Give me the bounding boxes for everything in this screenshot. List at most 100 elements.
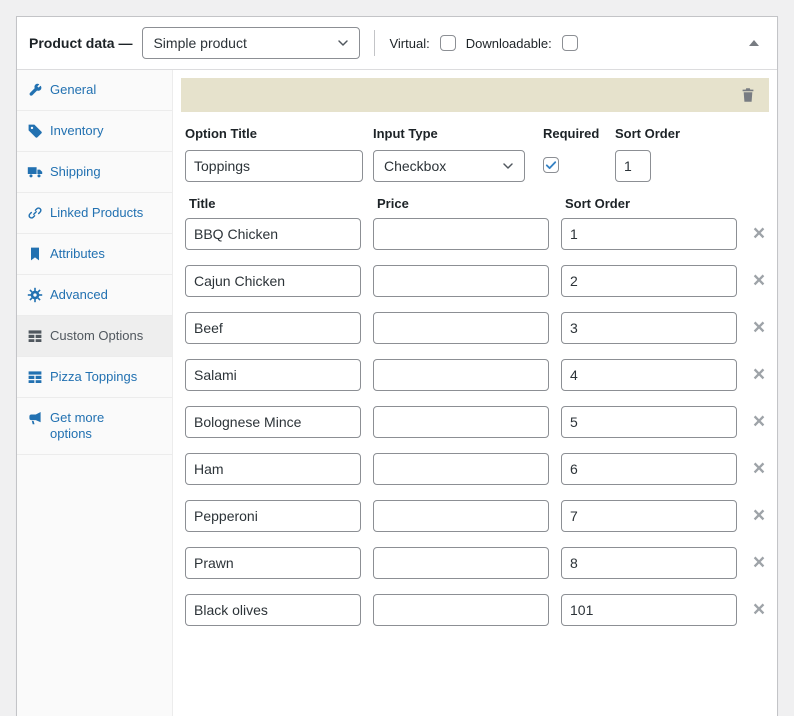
input-type-label: Input Type xyxy=(373,126,438,141)
item-price-input[interactable] xyxy=(373,218,549,250)
delete-option-button[interactable] xyxy=(737,84,759,106)
item-sort-input[interactable] xyxy=(561,265,737,297)
item-sort-input[interactable] xyxy=(561,406,737,438)
sidebar-item-label: Get more options xyxy=(50,410,105,441)
option-fields: Option Title Input Type Required Sort Or… xyxy=(185,126,765,182)
chevron-down-icon xyxy=(335,35,351,51)
option-item-row: × xyxy=(185,406,765,438)
virtual-checkbox[interactable] xyxy=(439,35,456,51)
option-title-label: Option Title xyxy=(185,126,257,141)
gear-icon xyxy=(27,287,43,303)
table-icon xyxy=(27,328,43,344)
option-item-row: × xyxy=(185,218,765,250)
table-icon xyxy=(27,369,43,385)
option-item-row: × xyxy=(185,312,765,344)
required-checkbox[interactable] xyxy=(543,157,559,173)
truck-icon xyxy=(27,164,43,180)
link-icon xyxy=(27,205,43,221)
item-sort-input[interactable] xyxy=(561,453,737,485)
sidebar-item-attributes[interactable]: Attributes xyxy=(17,234,172,275)
option-sort-order-input[interactable] xyxy=(615,150,651,182)
remove-item-button[interactable]: × xyxy=(749,406,769,438)
item-title-input[interactable] xyxy=(185,406,361,438)
product-data-metabox: Product data — Simple product Virtual: D… xyxy=(16,16,778,716)
sidebar-item-label: Shipping xyxy=(50,164,101,179)
items-title-header: Title xyxy=(189,196,216,211)
item-price-input[interactable] xyxy=(373,359,549,391)
item-price-input[interactable] xyxy=(373,547,549,579)
downloadable-checkbox[interactable] xyxy=(561,35,578,51)
item-price-input[interactable] xyxy=(373,312,549,344)
product-type-value: Simple product xyxy=(153,35,247,51)
downloadable-label[interactable]: Downloadable: xyxy=(466,36,552,51)
check-icon xyxy=(545,161,557,170)
item-sort-input[interactable] xyxy=(561,359,737,391)
item-sort-input[interactable] xyxy=(561,500,737,532)
bookmark-icon xyxy=(27,246,43,262)
option-items: × × × × × × × × × xyxy=(185,218,765,626)
sidebar-item-label: General xyxy=(50,82,97,97)
sort-order-label: Sort Order xyxy=(615,126,681,141)
sidebar-item-inventory[interactable]: Inventory xyxy=(17,111,172,152)
wrench-icon xyxy=(27,82,43,98)
metabox-body: General Inventory Shipping Linked Products A… xyxy=(17,70,777,716)
product-type-select[interactable]: Simple product xyxy=(142,27,361,59)
sidebar-item-label: Pizza Toppings xyxy=(50,369,138,384)
item-title-input[interactable] xyxy=(185,218,361,250)
item-title-input[interactable] xyxy=(185,547,361,579)
items-table-header: Title Price Sort Order xyxy=(185,196,765,211)
item-price-input[interactable] xyxy=(373,406,549,438)
input-type-select[interactable]: Checkbox xyxy=(373,150,525,182)
sidebar-item-advanced[interactable]: Advanced xyxy=(17,275,172,316)
items-sort-header: Sort Order xyxy=(565,196,631,211)
collapse-arrow-icon xyxy=(749,40,759,46)
required-label: Required xyxy=(543,126,600,141)
item-title-input[interactable] xyxy=(185,594,361,626)
item-sort-input[interactable] xyxy=(561,594,737,626)
sidebar-item-label: Advanced xyxy=(50,287,108,302)
chevron-down-icon xyxy=(500,158,516,174)
sidebar-item-label: Custom Options xyxy=(50,328,144,343)
remove-item-button[interactable]: × xyxy=(749,218,769,250)
item-price-input[interactable] xyxy=(373,594,549,626)
sidebar-item-label: Linked Products xyxy=(50,205,144,220)
items-price-header: Price xyxy=(377,196,409,211)
item-title-input[interactable] xyxy=(185,453,361,485)
sidebar-item-custom-options[interactable]: Custom Options xyxy=(17,316,172,357)
sidebar-item-pizza-toppings[interactable]: Pizza Toppings xyxy=(17,357,172,398)
sidebar-item-general[interactable]: General xyxy=(17,70,172,111)
sidebar-item-get-more-options[interactable]: Get more options xyxy=(17,398,172,455)
sidebar-item-shipping[interactable]: Shipping xyxy=(17,152,172,193)
sidebar-item-linked-products[interactable]: Linked Products xyxy=(17,193,172,234)
item-title-input[interactable] xyxy=(185,312,361,344)
virtual-label[interactable]: Virtual: xyxy=(389,36,429,51)
remove-item-button[interactable]: × xyxy=(749,594,769,626)
item-title-input[interactable] xyxy=(185,359,361,391)
item-sort-input[interactable] xyxy=(561,547,737,579)
megaphone-icon xyxy=(27,410,43,426)
collapse-toggle-button[interactable] xyxy=(743,34,765,52)
remove-item-button[interactable]: × xyxy=(749,359,769,391)
metabox-header: Product data — Simple product Virtual: D… xyxy=(17,17,777,70)
options-panel: Option Title Input Type Required Sort Or… xyxy=(173,70,777,716)
remove-item-button[interactable]: × xyxy=(749,547,769,579)
remove-item-button[interactable]: × xyxy=(749,500,769,532)
input-type-value: Checkbox xyxy=(384,158,447,174)
remove-item-button[interactable]: × xyxy=(749,453,769,485)
option-title-input[interactable] xyxy=(185,150,363,182)
option-item-row: × xyxy=(185,500,765,532)
item-price-input[interactable] xyxy=(373,500,549,532)
option-card-header xyxy=(181,78,769,112)
option-item-row: × xyxy=(185,265,765,297)
item-title-input[interactable] xyxy=(185,265,361,297)
item-price-input[interactable] xyxy=(373,265,549,297)
item-sort-input[interactable] xyxy=(561,312,737,344)
item-sort-input[interactable] xyxy=(561,218,737,250)
option-card-body: Option Title Input Type Required Sort Or… xyxy=(181,112,769,626)
option-item-row: × xyxy=(185,453,765,485)
remove-item-button[interactable]: × xyxy=(749,265,769,297)
item-price-input[interactable] xyxy=(373,453,549,485)
page-title: Product data — xyxy=(29,35,133,51)
remove-item-button[interactable]: × xyxy=(749,312,769,344)
item-title-input[interactable] xyxy=(185,500,361,532)
